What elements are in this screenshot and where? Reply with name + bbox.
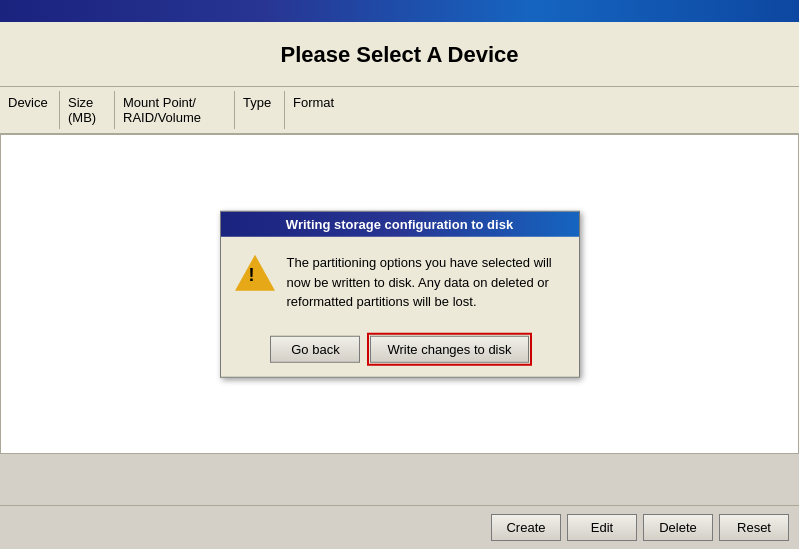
dialog-message: The partitioning options you have select… — [287, 253, 565, 312]
col-format-header: Format — [285, 91, 345, 129]
dialog-buttons: Go back Write changes to disk — [221, 327, 579, 376]
content-area: Writing storage configuration to disk Th… — [0, 134, 799, 454]
dialog-box: Writing storage configuration to disk Th… — [220, 211, 580, 378]
bottom-toolbar: Create Edit Delete Reset — [0, 505, 799, 549]
top-bar — [0, 0, 799, 22]
table-header: Device Size(MB) Mount Point/RAID/Volume … — [0, 87, 799, 134]
write-changes-button[interactable]: Write changes to disk — [370, 335, 528, 362]
warning-icon-container — [235, 255, 275, 295]
dialog-title-text: Writing storage configuration to disk — [286, 217, 513, 232]
col-size-header: Size(MB) — [60, 91, 115, 129]
reset-button[interactable]: Reset — [719, 514, 789, 541]
dialog-body: The partitioning options you have select… — [221, 237, 579, 328]
create-button[interactable]: Create — [491, 514, 561, 541]
col-device-header: Device — [0, 91, 60, 129]
dialog-overlay: Writing storage configuration to disk Th… — [220, 211, 580, 378]
edit-button[interactable]: Edit — [567, 514, 637, 541]
title-section: Please Select A Device — [0, 22, 799, 87]
dialog-title-bar: Writing storage configuration to disk — [221, 212, 579, 237]
go-back-button[interactable]: Go back — [270, 335, 360, 362]
col-type-header: Type — [235, 91, 285, 129]
main-container: Please Select A Device Device Size(MB) M… — [0, 22, 799, 454]
col-mountpoint-header: Mount Point/RAID/Volume — [115, 91, 235, 129]
delete-button[interactable]: Delete — [643, 514, 713, 541]
page-wrapper: Please Select A Device Device Size(MB) M… — [0, 0, 799, 549]
warning-triangle-icon — [235, 255, 275, 291]
page-title: Please Select A Device — [10, 42, 789, 68]
